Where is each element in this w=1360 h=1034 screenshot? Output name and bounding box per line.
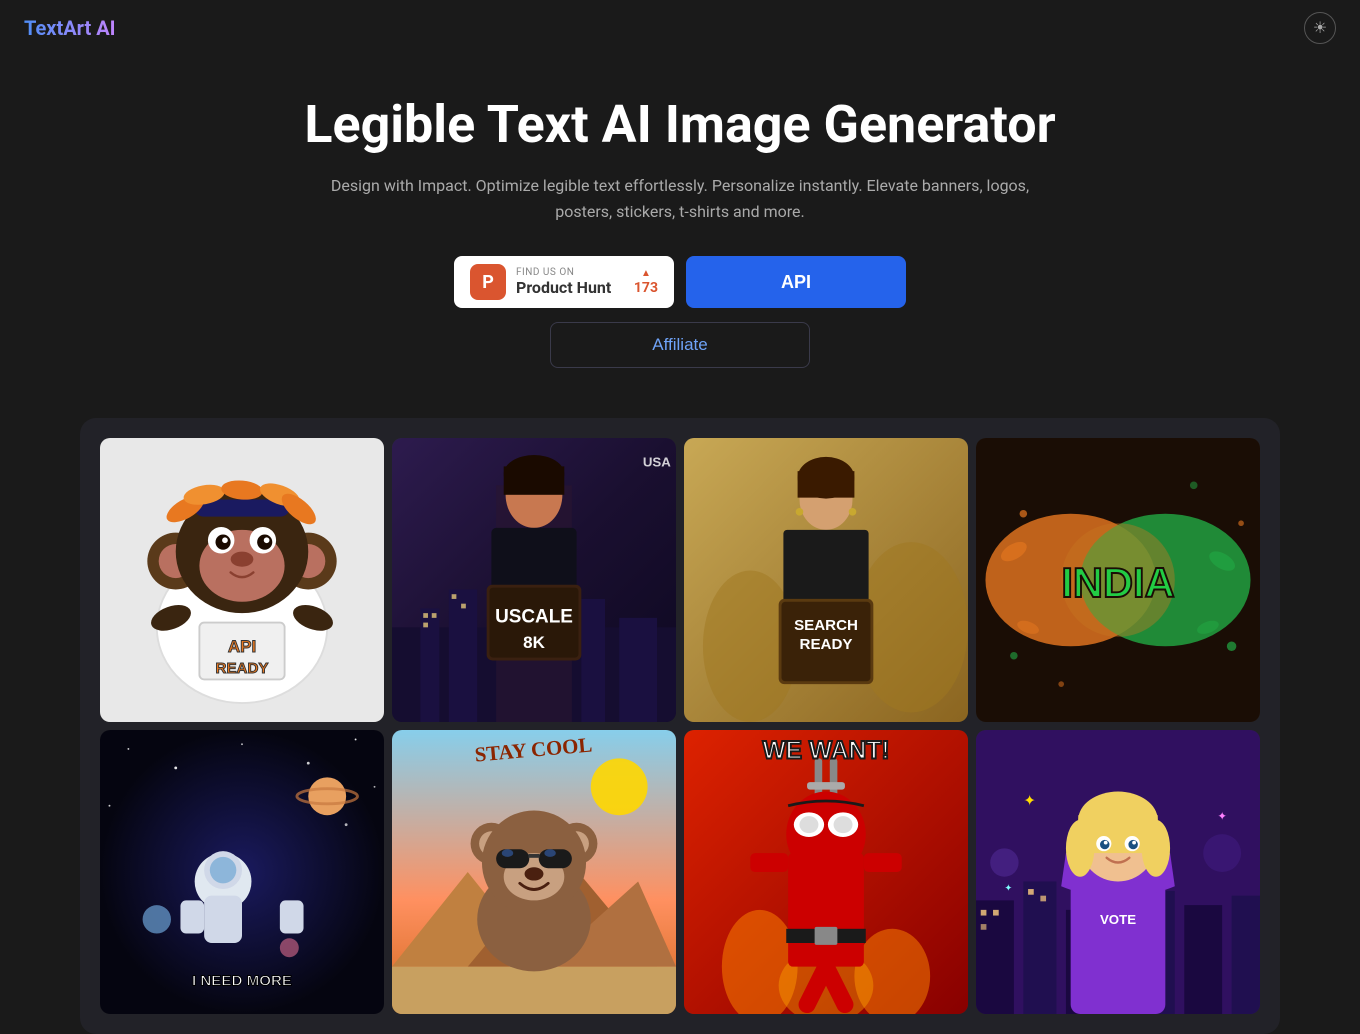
ph-text-block: FIND US ON Product Hunt: [516, 267, 611, 297]
svg-text:READY: READY: [216, 660, 269, 677]
gallery-grid: API READY: [100, 438, 1260, 1014]
cta-buttons-row: P FIND US ON Product Hunt ▲ 173 API: [20, 256, 1340, 308]
gallery-item-space[interactable]: I NEED MORE: [100, 730, 384, 1014]
svg-text:READY: READY: [800, 636, 853, 653]
svg-text:✦: ✦: [1004, 883, 1012, 894]
gallery-item-girl[interactable]: VOTE ✦ ✦ ✦: [976, 730, 1260, 1014]
gallery-container: API READY: [80, 418, 1280, 1034]
svg-text:WE WANT!: WE WANT!: [762, 738, 889, 765]
ph-upvote-icon: ▲: [641, 269, 651, 279]
api-button[interactable]: API: [686, 256, 906, 308]
svg-text:✦: ✦: [1217, 809, 1227, 823]
gallery-item-search[interactable]: SEARCH READY: [684, 438, 968, 722]
svg-text:✦: ✦: [1023, 792, 1036, 810]
ph-find-us-label: FIND US ON: [516, 267, 574, 278]
ph-logo-icon: P: [470, 264, 506, 300]
svg-text:USA: USA: [643, 455, 671, 470]
hero-title: Legible Text AI Image Generator: [20, 96, 1340, 153]
hero-subtitle: Design with Impact. Optimize legible tex…: [330, 173, 1030, 224]
logo[interactable]: TextArt AI: [24, 16, 116, 40]
gallery-item-monkey[interactable]: API READY: [100, 438, 384, 722]
sun-icon: ☀: [1313, 18, 1327, 38]
gallery-item-india[interactable]: INDIA: [976, 438, 1260, 722]
svg-text:INDIA: INDIA: [1061, 559, 1174, 606]
ph-votes-block: ▲ 173: [634, 269, 658, 296]
ph-vote-count: 173: [634, 280, 658, 296]
gallery-item-deadpool[interactable]: WE WANT!: [684, 730, 968, 1014]
hero-section: Legible Text AI Image Generator Design w…: [0, 56, 1360, 398]
svg-text:API: API: [228, 637, 256, 656]
gallery-item-bear[interactable]: STAY COOL: [392, 730, 676, 1014]
affiliate-button[interactable]: Affiliate: [550, 322, 810, 368]
ph-name-label: Product Hunt: [516, 278, 611, 297]
svg-text:SEARCH: SEARCH: [794, 618, 858, 635]
theme-toggle-button[interactable]: ☀: [1304, 12, 1336, 44]
product-hunt-button[interactable]: P FIND US ON Product Hunt ▲ 173: [454, 256, 674, 308]
header: TextArt AI ☀: [0, 0, 1360, 56]
svg-text:USCALE: USCALE: [495, 607, 573, 628]
svg-text:VOTE: VOTE: [1100, 912, 1136, 927]
gallery-item-uscale[interactable]: USCALE 8K USA: [392, 438, 676, 722]
svg-text:8K: 8K: [523, 634, 545, 653]
svg-text:I NEED MORE: I NEED MORE: [192, 973, 292, 990]
